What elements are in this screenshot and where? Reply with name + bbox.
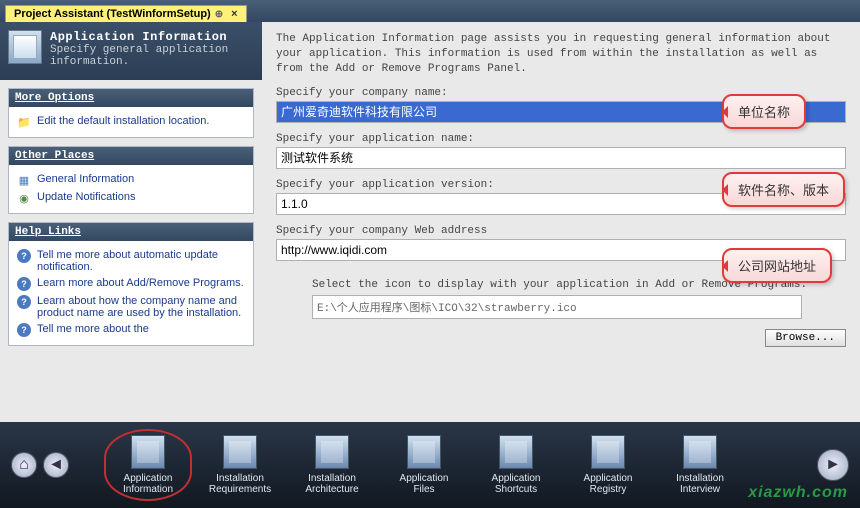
item-label: Tell me more about automatic update noti… [37,249,245,273]
main-content: The Application Information page assists… [262,22,860,422]
footer-step-installation-requirements[interactable]: InstallationRequirements [194,431,286,499]
folder-icon: 📁 [17,115,31,129]
help-link-more[interactable]: ? Tell me more about the [13,321,249,339]
step-icon [683,435,717,469]
panel-title: Other Places [9,147,253,165]
item-label: Tell me more about the [37,323,149,335]
step-line1: Installation [676,473,724,484]
step-line1: Application [492,473,541,484]
panel-help-links: Help Links ? Tell me more about automatic… [8,222,254,346]
pin-icon[interactable]: ⊕ [215,9,223,20]
step-icon [499,435,533,469]
step-line2: Information [123,484,173,495]
footer-step-application-shortcuts[interactable]: ApplicationShortcuts [470,431,562,499]
callout-web: 公司网站地址 [722,248,832,283]
sidebar-item-general-info[interactable]: ▦ General Information [13,171,249,189]
close-icon[interactable]: × [231,8,237,20]
help-link-addremove[interactable]: ? Learn more about Add/Remove Programs. [13,275,249,293]
step-line1: Installation [308,473,356,484]
forward-button[interactable]: ► [817,449,849,481]
header-title: Application Information [50,30,254,44]
sidebar-item-update-notifications[interactable]: ◉ Update Notifications [13,189,249,207]
callout-company: 单位名称 [722,94,806,129]
help-icon: ? [17,295,31,309]
step-icon [407,435,441,469]
help-icon: ? [17,277,31,291]
watermark: xiazwh.com [748,484,848,502]
help-link-update[interactable]: ? Tell me more about automatic update not… [13,247,249,275]
step-line2: Shortcuts [495,484,537,495]
step-icon [315,435,349,469]
sidebar-item-default-location[interactable]: 📁 Edit the default installation location… [13,113,249,131]
step-line2: Requirements [209,484,271,495]
web-label: Specify your company Web address [276,225,846,237]
header-desc: Specify general application information. [50,44,254,68]
step-line1: Application [584,473,633,484]
panel-other-places: Other Places ▦ General Information ◉ Upd… [8,146,254,214]
item-label: Learn about how the company name and pro… [37,295,245,319]
help-link-company-product[interactable]: ? Learn about how the company name and pr… [13,293,249,321]
item-label: General Information [37,173,134,185]
footer-step-application-files[interactable]: ApplicationFiles [378,431,470,499]
panel-more-options: More Options 📁 Edit the default installa… [8,88,254,138]
appname-label: Specify your application name: [276,133,846,145]
footer-step-installation-interview[interactable]: InstallationInterview [654,431,746,499]
callout-appname: 软件名称、版本 [722,172,845,207]
step-icon [591,435,625,469]
footer-nav: ⌂ ◄ ApplicationInformationInstallationRe… [0,422,860,508]
step-icon [223,435,257,469]
app-info-icon [8,30,42,64]
sidebar-header: Application Information Specify general … [0,22,262,80]
tab-bar: Project Assistant (TestWinformSetup) ⊕ × [0,0,860,22]
footer-step-installation-architecture[interactable]: InstallationArchitecture [286,431,378,499]
item-label: Learn more about Add/Remove Programs. [37,277,244,289]
step-line1: Application [124,473,173,484]
tab-title: Project Assistant (TestWinformSetup) [14,8,211,20]
document-tab[interactable]: Project Assistant (TestWinformSetup) ⊕ × [5,5,247,22]
item-label: Edit the default installation location. [37,115,209,127]
intro-text: The Application Information page assists… [276,32,846,77]
step-icon [131,435,165,469]
panel-title: More Options [9,89,253,107]
panel-title: Help Links [9,223,253,241]
icon-path-field[interactable]: E:\个人应用程序\图标\ICO\32\strawberry.ico [312,295,802,319]
step-line2: Files [413,484,434,495]
grid-icon: ▦ [17,173,31,187]
help-icon: ? [17,323,31,337]
appname-input[interactable] [276,147,846,169]
step-line1: Installation [216,473,264,484]
step-line2: Interview [680,484,720,495]
back-button[interactable]: ◄ [43,452,69,478]
browse-button[interactable]: Browse... [765,329,846,347]
help-icon: ? [17,249,31,263]
home-button[interactable]: ⌂ [11,452,37,478]
step-line2: Architecture [305,484,358,495]
globe-icon: ◉ [17,191,31,205]
footer-step-application-information[interactable]: ApplicationInformation [102,431,194,499]
step-line2: Registry [590,484,627,495]
sidebar: Application Information Specify general … [0,22,262,422]
step-line1: Application [400,473,449,484]
item-label: Update Notifications [37,191,135,203]
footer-step-application-registry[interactable]: ApplicationRegistry [562,431,654,499]
